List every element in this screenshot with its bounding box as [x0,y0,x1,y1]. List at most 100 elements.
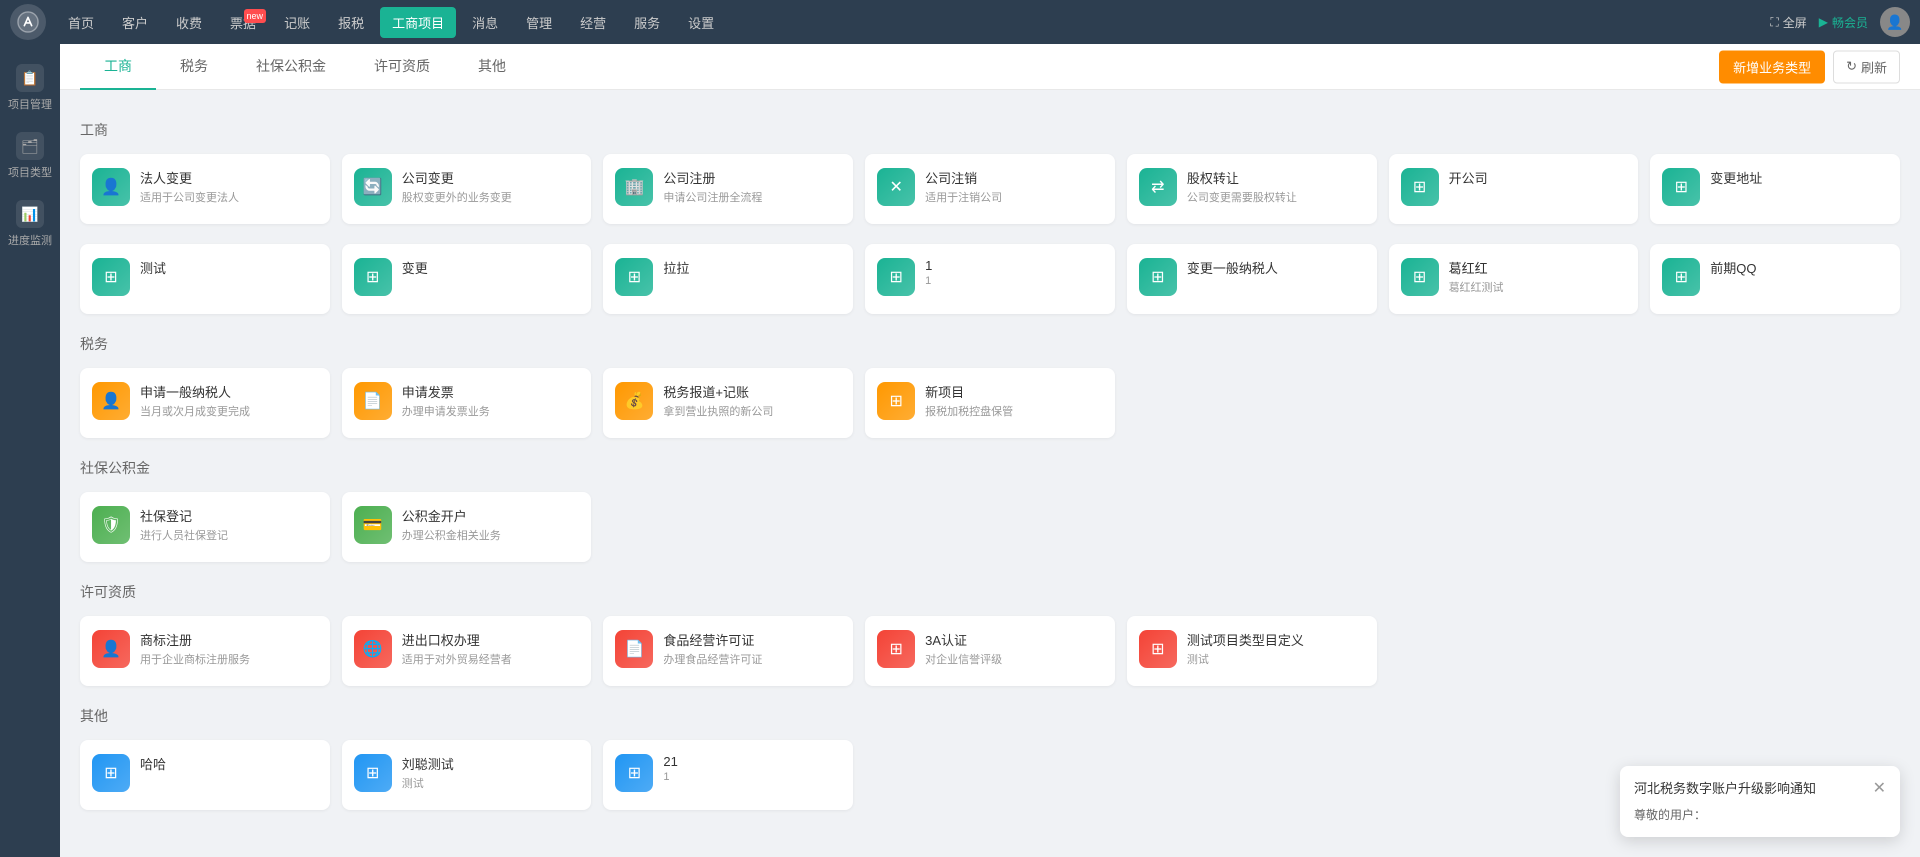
card-text-拉拉: 拉拉 [663,258,841,279]
nav-item-客户[interactable]: 客户 [110,7,160,38]
card-icon-拉拉: ⊞ [615,258,653,296]
app-logo[interactable] [10,4,46,40]
card-进出口权办理[interactable]: 🌐 进出口权办理 适用于对外贸易经营者 [342,616,592,686]
tab-社保公积金[interactable]: 社保公积金 [232,44,350,90]
notification-content: 尊敬的用户： [1634,806,1886,825]
card-股权转让[interactable]: ⇄ 股权转让 公司变更需要股权转让 [1127,154,1377,224]
card-desc: 适用于注销公司 [925,189,1103,205]
card-name: 公积金开户 [402,506,580,525]
main-content: 工商税务社保公积金许可资质其他 新增业务类型 ↻ 刷新 工商 👤 法人变更 适用… [60,44,1920,857]
notification-popup: 河北税务数字账户升级影响通知 ✕ 尊敬的用户： [1620,766,1900,837]
user-avatar[interactable]: 👤 [1880,7,1910,37]
nav-item-经营[interactable]: 经营 [568,7,618,38]
card-变更[interactable]: ⊞ 变更 [342,244,592,314]
nav-items: 首页客户收费票据new记账报税工商项目消息管理经营服务设置 [56,7,1770,38]
card-商标注册[interactable]: 👤 商标注册 用于企业商标注册服务 [80,616,330,686]
card-text-葛红红: 葛红红 葛红红测试 [1449,258,1627,295]
card-name: 变更 [402,258,580,277]
card-前期QQ[interactable]: ⊞ 前期QQ [1650,244,1900,314]
card-desc: 1 [663,771,841,783]
card-法人变更[interactable]: 👤 法人变更 适用于公司变更法人 [80,154,330,224]
sidebar-item-项目类型[interactable]: 🗂 项目类型 [0,122,60,190]
card-icon-前期QQ: ⊞ [1662,258,1700,296]
nav-item-收费[interactable]: 收费 [164,7,214,38]
notification-header: 河北税务数字账户升级影响通知 ✕ [1634,778,1886,798]
card-icon-税务报道+记账: 💰 [615,382,653,420]
card-税务报道+记账[interactable]: 💰 税务报道+记账 拿到营业执照的新公司 [603,368,853,438]
nav-item-报税[interactable]: 报税 [326,7,376,38]
card-21[interactable]: ⊞ 21 1 [603,740,853,810]
card-公司注册[interactable]: 🏢 公司注册 申请公司注册全流程 [603,154,853,224]
card-desc: 测试 [1187,651,1365,667]
nav-item-消息[interactable]: 消息 [460,7,510,38]
card-name: 21 [663,754,841,769]
card-icon-变更地址: ⊞ [1662,168,1700,206]
card-name: 股权转让 [1187,168,1365,187]
nav-item-首页[interactable]: 首页 [56,7,106,38]
cards-grid-3: 🛡 社保登记 进行人员社保登记 💳 公积金开户 办理公积金相关业务 [80,492,1900,562]
card-新项目[interactable]: ⊞ 新项目 报税加税控盘保管 [865,368,1115,438]
card-3A认证[interactable]: ⊞ 3A认证 对企业信誉评级 [865,616,1115,686]
tab-税务[interactable]: 税务 [156,44,232,90]
card-icon-葛红红: ⊞ [1401,258,1439,296]
card-text-3A认证: 3A认证 对企业信誉评级 [925,630,1103,667]
card-icon-公积金开户: 💳 [354,506,392,544]
card-icon-21: ⊞ [615,754,653,792]
member-button[interactable]: ▶ 畅会员 [1819,14,1868,31]
nav-item-票据[interactable]: 票据new [218,7,268,38]
card-申请发票[interactable]: 📄 申请发票 办理申请发票业务 [342,368,592,438]
card-公司变更[interactable]: 🔄 公司变更 股权变更外的业务变更 [342,154,592,224]
card-刘聪测试[interactable]: ⊞ 刘聪测试 测试 [342,740,592,810]
card-desc: 办理食品经营许可证 [663,651,841,667]
tab-bar: 工商税务社保公积金许可资质其他 新增业务类型 ↻ 刷新 [60,44,1920,90]
card-社保登记[interactable]: 🛡 社保登记 进行人员社保登记 [80,492,330,562]
card-desc: 适用于对外贸易经营者 [402,651,580,667]
card-开公司[interactable]: ⊞ 开公司 [1389,154,1639,224]
card-name: 1 [925,258,1103,273]
card-公司注销[interactable]: ✕ 公司注销 适用于注销公司 [865,154,1115,224]
sidebar: 📋 项目管理 🗂 项目类型 📊 进度监测 [0,44,60,857]
card-申请一般纳税人[interactable]: 👤 申请一般纳税人 当月或次月成变更完成 [80,368,330,438]
card-1[interactable]: ⊞ 1 1 [865,244,1115,314]
card-葛红红[interactable]: ⊞ 葛红红 葛红红测试 [1389,244,1639,314]
card-icon-变更: ⊞ [354,258,392,296]
tab-工商[interactable]: 工商 [80,44,156,90]
card-desc: 申请公司注册全流程 [663,189,841,205]
card-哈哈[interactable]: ⊞ 哈哈 [80,740,330,810]
card-变更一般纳税人[interactable]: ⊞ 变更一般纳税人 [1127,244,1377,314]
nav-item-记账[interactable]: 记账 [272,7,322,38]
fullscreen-button[interactable]: ⛶ 全屏 [1770,14,1806,31]
sidebar-item-项目管理[interactable]: 📋 项目管理 [0,54,60,122]
card-icon-社保登记: 🛡 [92,506,130,544]
card-测试[interactable]: ⊞ 测试 [80,244,330,314]
card-拉拉[interactable]: ⊞ 拉拉 [603,244,853,314]
card-desc: 葛红红测试 [1449,279,1627,295]
card-变更地址[interactable]: ⊞ 变更地址 [1650,154,1900,224]
card-text-变更: 变更 [402,258,580,279]
card-食品经营许可证[interactable]: 📄 食品经营许可证 办理食品经营许可证 [603,616,853,686]
card-icon-公司注册: 🏢 [615,168,653,206]
nav-item-设置[interactable]: 设置 [676,7,726,38]
nav-item-管理[interactable]: 管理 [514,7,564,38]
refresh-button[interactable]: ↻ 刷新 [1833,50,1900,83]
tab-许可资质[interactable]: 许可资质 [350,44,454,90]
card-text-21: 21 1 [663,754,841,783]
card-desc: 1 [925,275,1103,287]
add-type-button[interactable]: 新增业务类型 [1719,50,1825,83]
card-icon-测试项目类型目定义: ⊞ [1139,630,1177,668]
section-title-0: 工商 [80,120,1900,140]
tab-其他[interactable]: 其他 [454,44,530,90]
card-公积金开户[interactable]: 💳 公积金开户 办理公积金相关业务 [342,492,592,562]
sidebar-item-进度监测[interactable]: 📊 进度监测 [0,190,60,258]
nav-item-服务[interactable]: 服务 [622,7,672,38]
notification-close-button[interactable]: ✕ [1873,778,1886,798]
card-测试项目类型目定义[interactable]: ⊞ 测试项目类型目定义 测试 [1127,616,1377,686]
card-text-食品经营许可证: 食品经营许可证 办理食品经营许可证 [663,630,841,667]
nav-item-工商项目[interactable]: 工商项目 [380,7,456,38]
card-name: 公司注销 [925,168,1103,187]
card-text-前期QQ: 前期QQ [1710,258,1888,279]
card-desc: 公司变更需要股权转让 [1187,189,1365,205]
section-title-3: 社保公积金 [80,458,1900,478]
card-icon-申请发票: 📄 [354,382,392,420]
card-icon-商标注册: 👤 [92,630,130,668]
